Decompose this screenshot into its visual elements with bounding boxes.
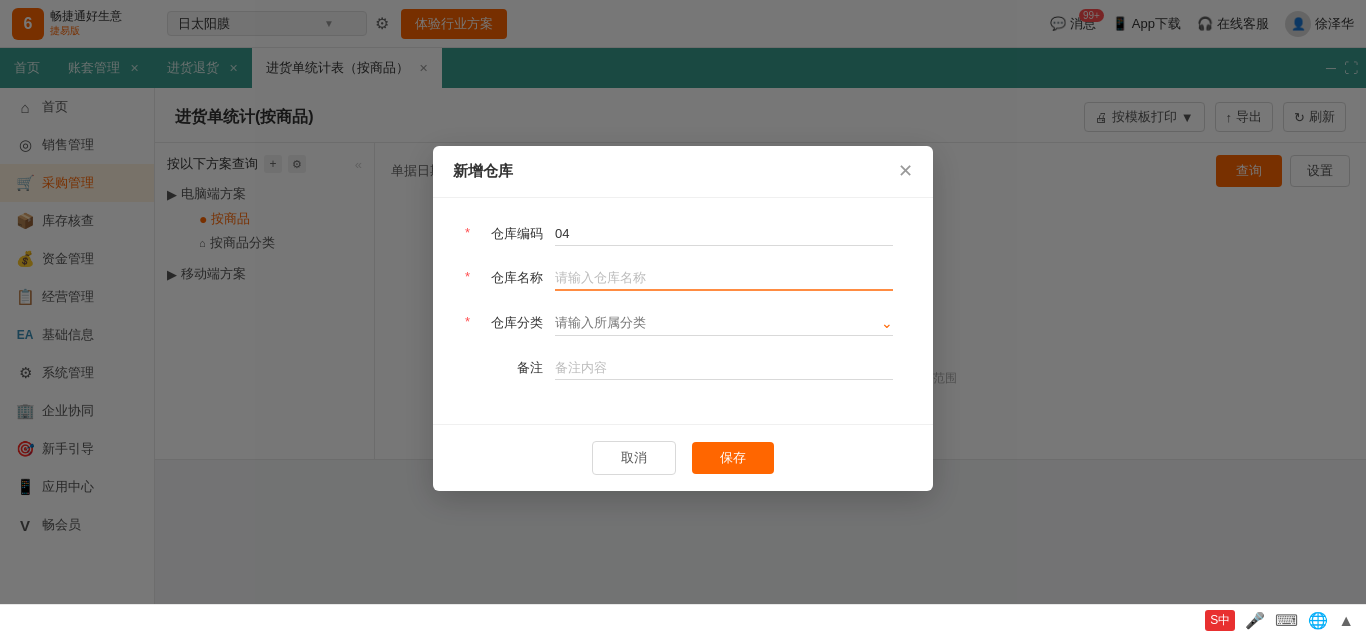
bottom-bar: S中 🎤 ⌨ 🌐 ▲ — [0, 604, 1366, 636]
keyboard-icon[interactable]: ⌨ — [1275, 611, 1298, 630]
mic-icon[interactable]: 🎤 — [1245, 611, 1265, 630]
dropdown-arrow-icon: ⌄ — [881, 315, 893, 331]
remark-label: 备注 — [473, 359, 543, 377]
form-row-remark: 备注 — [473, 356, 893, 380]
name-input[interactable] — [555, 266, 893, 291]
code-input[interactable] — [555, 222, 893, 246]
new-warehouse-dialog: 新增仓库 ✕ 仓库编码 仓库名称 仓库分类 ⌄ — [433, 146, 933, 491]
dialog-title: 新增仓库 — [453, 162, 513, 181]
form-row-category: 仓库分类 ⌄ — [473, 311, 893, 336]
cancel-button[interactable]: 取消 — [592, 441, 676, 475]
name-label: 仓库名称 — [473, 269, 543, 287]
dialog-footer: 取消 保存 — [433, 424, 933, 491]
remark-input[interactable] — [555, 356, 893, 380]
close-icon[interactable]: ✕ — [898, 162, 913, 180]
form-row-code: 仓库编码 — [473, 222, 893, 246]
form-row-name: 仓库名称 — [473, 266, 893, 291]
category-select[interactable]: ⌄ — [555, 311, 893, 336]
category-label: 仓库分类 — [473, 314, 543, 332]
volume-icon[interactable]: ▲ — [1338, 612, 1354, 630]
dialog-header: 新增仓库 ✕ — [433, 146, 933, 198]
modal-overlay[interactable]: 新增仓库 ✕ 仓库编码 仓库名称 仓库分类 ⌄ — [0, 0, 1366, 636]
dialog-body: 仓库编码 仓库名称 仓库分类 ⌄ 备注 — [433, 198, 933, 424]
category-input[interactable] — [555, 315, 881, 330]
network-icon[interactable]: 🌐 — [1308, 611, 1328, 630]
ime-icon[interactable]: S中 — [1205, 610, 1235, 631]
save-button[interactable]: 保存 — [692, 442, 774, 474]
code-label: 仓库编码 — [473, 225, 543, 243]
